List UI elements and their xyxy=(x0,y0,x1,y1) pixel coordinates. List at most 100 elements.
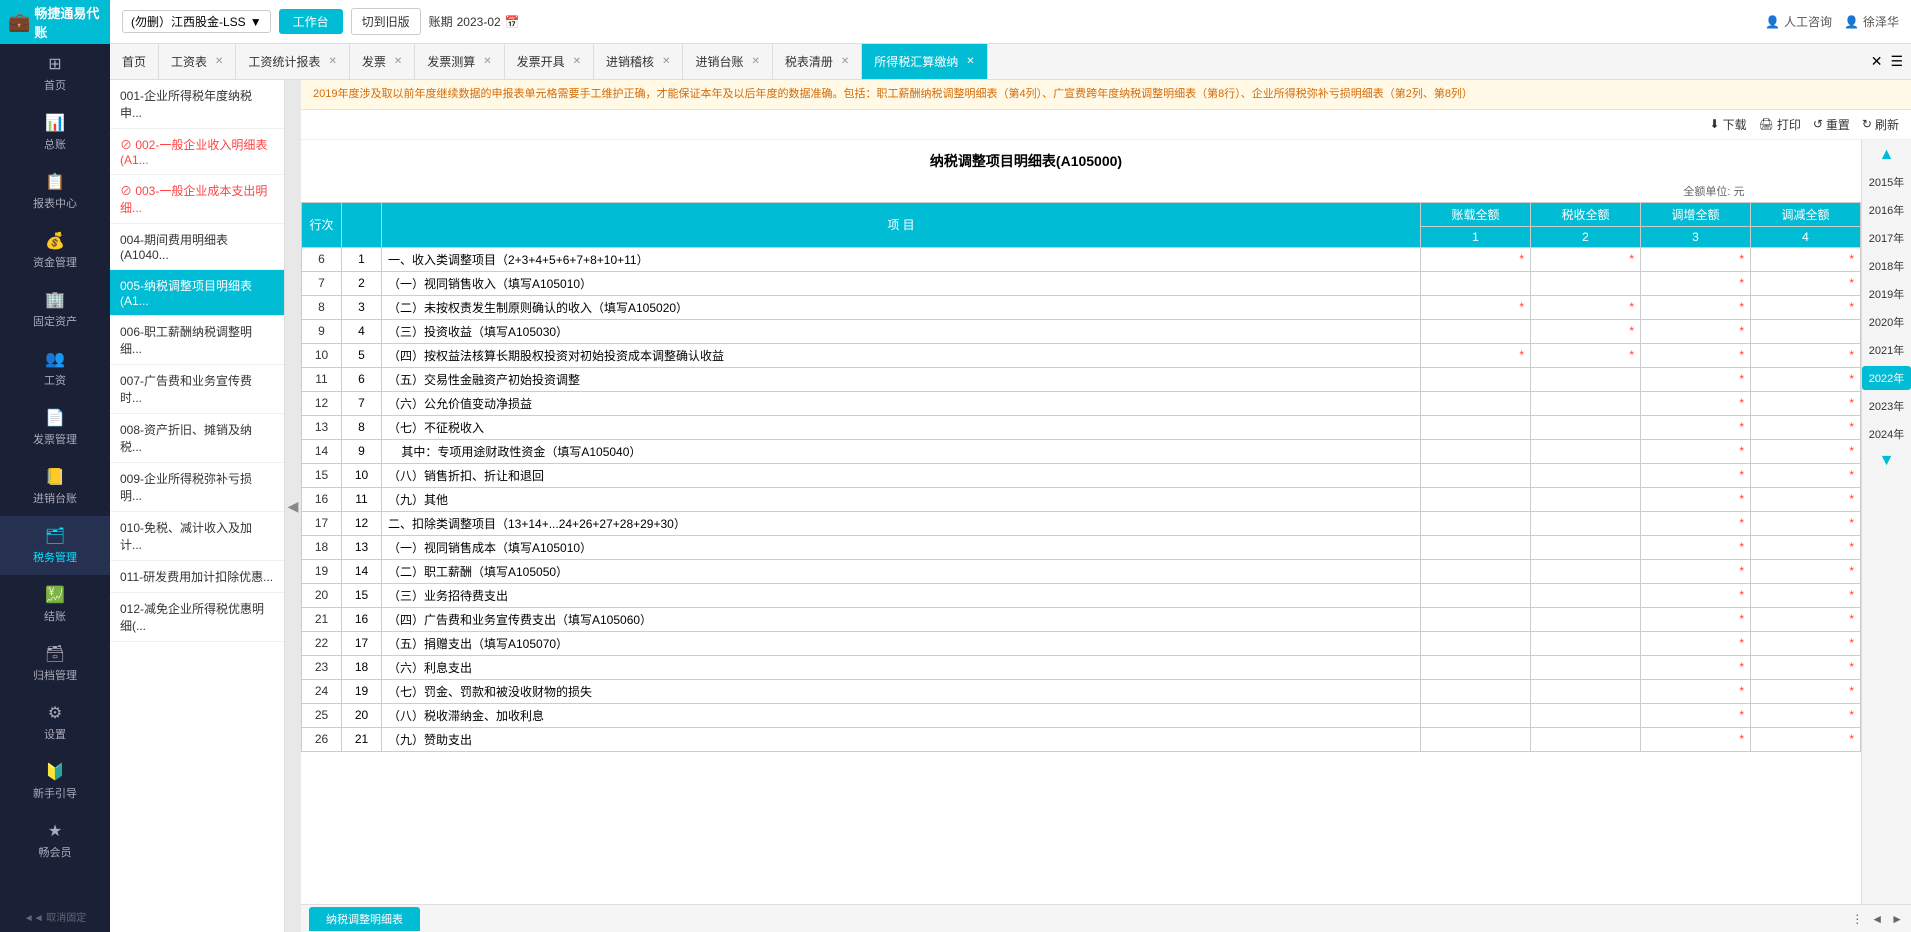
cell-c2[interactable]: * xyxy=(1531,295,1641,319)
cell-c1[interactable] xyxy=(1421,583,1531,607)
cell-c4[interactable]: * xyxy=(1751,583,1861,607)
cell-c1[interactable]: * xyxy=(1421,295,1531,319)
cell-c1[interactable] xyxy=(1421,727,1531,751)
year-item-2021[interactable]: 2021年 xyxy=(1862,338,1911,362)
cell-c3[interactable]: * xyxy=(1641,415,1751,439)
sidebar-item-tax-mgmt[interactable]: 🗂 税务管理 xyxy=(0,516,110,575)
cell-c2[interactable] xyxy=(1531,655,1641,679)
download-button[interactable]: ⬇ 下载 xyxy=(1710,116,1747,133)
menu-icon[interactable]: ☰ xyxy=(1890,53,1903,70)
close-icon[interactable]: ✕ xyxy=(394,56,402,67)
tab-payroll-report[interactable]: 工资统计报表✕ xyxy=(236,44,349,80)
cell-c3[interactable]: * xyxy=(1641,367,1751,391)
cell-c4[interactable]: * xyxy=(1751,367,1861,391)
sidebar-item-home[interactable]: ⊞ 首页 xyxy=(0,44,110,103)
sidebar-item-member[interactable]: ★ 畅会员 xyxy=(0,811,110,870)
panel-collapse-button[interactable]: ◀ xyxy=(285,80,301,932)
cell-c3[interactable]: * xyxy=(1641,607,1751,631)
left-panel-item-003[interactable]: ⊘ 003-一般企业成本支出明细... xyxy=(110,175,284,224)
cell-c2[interactable] xyxy=(1531,703,1641,727)
left-panel-item-004[interactable]: 004-期间费用明细表(A1040... xyxy=(110,224,284,270)
cell-c2[interactable] xyxy=(1531,463,1641,487)
cell-c2[interactable] xyxy=(1531,487,1641,511)
left-panel-item-008[interactable]: 008-资产折旧、摊销及纳税... xyxy=(110,414,284,463)
sidebar-item-general-ledger[interactable]: 📊 总账 xyxy=(0,103,110,162)
cell-c2[interactable] xyxy=(1531,607,1641,631)
sidebar-item-finance[interactable]: 💰 资金管理 xyxy=(0,221,110,280)
tab-invoice[interactable]: 发票✕ xyxy=(350,44,415,80)
close-icon[interactable]: ✕ xyxy=(483,56,491,67)
close-icon[interactable]: ✕ xyxy=(662,56,670,67)
cell-c2[interactable] xyxy=(1531,439,1641,463)
cell-c4[interactable]: * xyxy=(1751,343,1861,367)
year-item-2017[interactable]: 2017年 xyxy=(1862,226,1911,250)
close-icon[interactable]: ✕ xyxy=(573,56,581,67)
cell-c4[interactable]: * xyxy=(1751,487,1861,511)
cell-c4[interactable]: * xyxy=(1751,391,1861,415)
close-icon[interactable]: ✕ xyxy=(328,56,336,67)
unpin-button[interactable]: ◄◄ 取消固定 xyxy=(0,901,110,932)
cell-c3[interactable]: * xyxy=(1641,511,1751,535)
cell-c3[interactable]: * xyxy=(1641,727,1751,751)
tab-home[interactable]: 首页 xyxy=(110,44,159,80)
cell-c1[interactable] xyxy=(1421,439,1531,463)
workbench-button[interactable]: 工作台 xyxy=(279,9,343,34)
left-panel-item-007[interactable]: 007-广告费和业务宣传费时... xyxy=(110,365,284,414)
cell-c2[interactable] xyxy=(1531,727,1641,751)
user-service[interactable]: 👤 人工咨询 xyxy=(1765,13,1832,30)
tab-payroll[interactable]: 工资表✕ xyxy=(159,44,236,80)
cell-c4[interactable]: * xyxy=(1751,607,1861,631)
cell-c1[interactable] xyxy=(1421,559,1531,583)
left-panel-item-012[interactable]: 012-减免企业所得税优惠明细(... xyxy=(110,593,284,642)
cell-c4[interactable]: * xyxy=(1751,535,1861,559)
old-version-button[interactable]: 切到旧版 xyxy=(351,8,421,35)
close-icon[interactable]: ✕ xyxy=(215,56,223,67)
sidebar-item-purchase-sales[interactable]: 📒 进销台账 xyxy=(0,457,110,516)
cell-c3[interactable]: * xyxy=(1641,583,1751,607)
cell-c1[interactable] xyxy=(1421,487,1531,511)
left-panel-item-001[interactable]: 001-企业所得税年度纳税申... xyxy=(110,80,284,129)
year-item-2024[interactable]: 2024年 xyxy=(1862,422,1911,446)
cell-c1[interactable] xyxy=(1421,679,1531,703)
year-item-2019[interactable]: 2019年 xyxy=(1862,282,1911,306)
cell-c3[interactable]: * xyxy=(1641,535,1751,559)
scroll-left-icon[interactable]: ◄ xyxy=(1871,912,1883,926)
cell-c4[interactable]: * xyxy=(1751,271,1861,295)
year-item-2020[interactable]: 2020年 xyxy=(1862,310,1911,334)
cell-c3[interactable]: * xyxy=(1641,439,1751,463)
cell-c1[interactable] xyxy=(1421,319,1531,343)
cell-c4[interactable]: * xyxy=(1751,727,1861,751)
year-nav-up-button[interactable]: ▲ xyxy=(1877,144,1897,166)
cell-c3[interactable]: * xyxy=(1641,655,1751,679)
cell-c2[interactable]: * xyxy=(1531,319,1641,343)
cell-c4[interactable]: * xyxy=(1751,247,1861,271)
cell-c4[interactable]: * xyxy=(1751,679,1861,703)
cell-c2[interactable]: * xyxy=(1531,247,1641,271)
cell-c1[interactable] xyxy=(1421,391,1531,415)
year-item-2018[interactable]: 2018年 xyxy=(1862,254,1911,278)
sidebar-item-close-accounts[interactable]: 💹 结账 xyxy=(0,575,110,634)
cell-c4[interactable] xyxy=(1751,319,1861,343)
cell-c4[interactable]: * xyxy=(1751,511,1861,535)
cell-c2[interactable] xyxy=(1531,367,1641,391)
cell-c3[interactable]: * xyxy=(1641,295,1751,319)
company-selector[interactable]: (勿删）江西股金-LSS ▼ xyxy=(122,10,271,33)
cell-c2[interactable] xyxy=(1531,535,1641,559)
bottom-tab-adjust[interactable]: 纳税调整明细表 xyxy=(309,907,420,931)
left-panel-item-005[interactable]: 005-纳税调整项目明细表(A1... xyxy=(110,270,284,316)
close-icon[interactable]: ✕ xyxy=(751,56,759,67)
cell-c2[interactable] xyxy=(1531,679,1641,703)
year-item-2016[interactable]: 2016年 xyxy=(1862,198,1911,222)
sidebar-item-report-center[interactable]: 📋 报表中心 xyxy=(0,162,110,221)
user-avatar-area[interactable]: 👤 徐泽华 xyxy=(1844,13,1899,30)
cell-c2[interactable] xyxy=(1531,271,1641,295)
cell-c1[interactable] xyxy=(1421,607,1531,631)
sidebar-item-fixed-assets[interactable]: 🏢 固定资产 xyxy=(0,280,110,339)
year-item-2022[interactable]: 2022年 xyxy=(1862,366,1911,390)
cell-c3[interactable]: * xyxy=(1641,463,1751,487)
cell-c1[interactable]: * xyxy=(1421,247,1531,271)
tab-invoice-calc[interactable]: 发票测算✕ xyxy=(415,44,504,80)
print-button[interactable]: 🖨 打印 xyxy=(1759,116,1801,133)
cell-c2[interactable] xyxy=(1531,391,1641,415)
cell-c1[interactable] xyxy=(1421,367,1531,391)
